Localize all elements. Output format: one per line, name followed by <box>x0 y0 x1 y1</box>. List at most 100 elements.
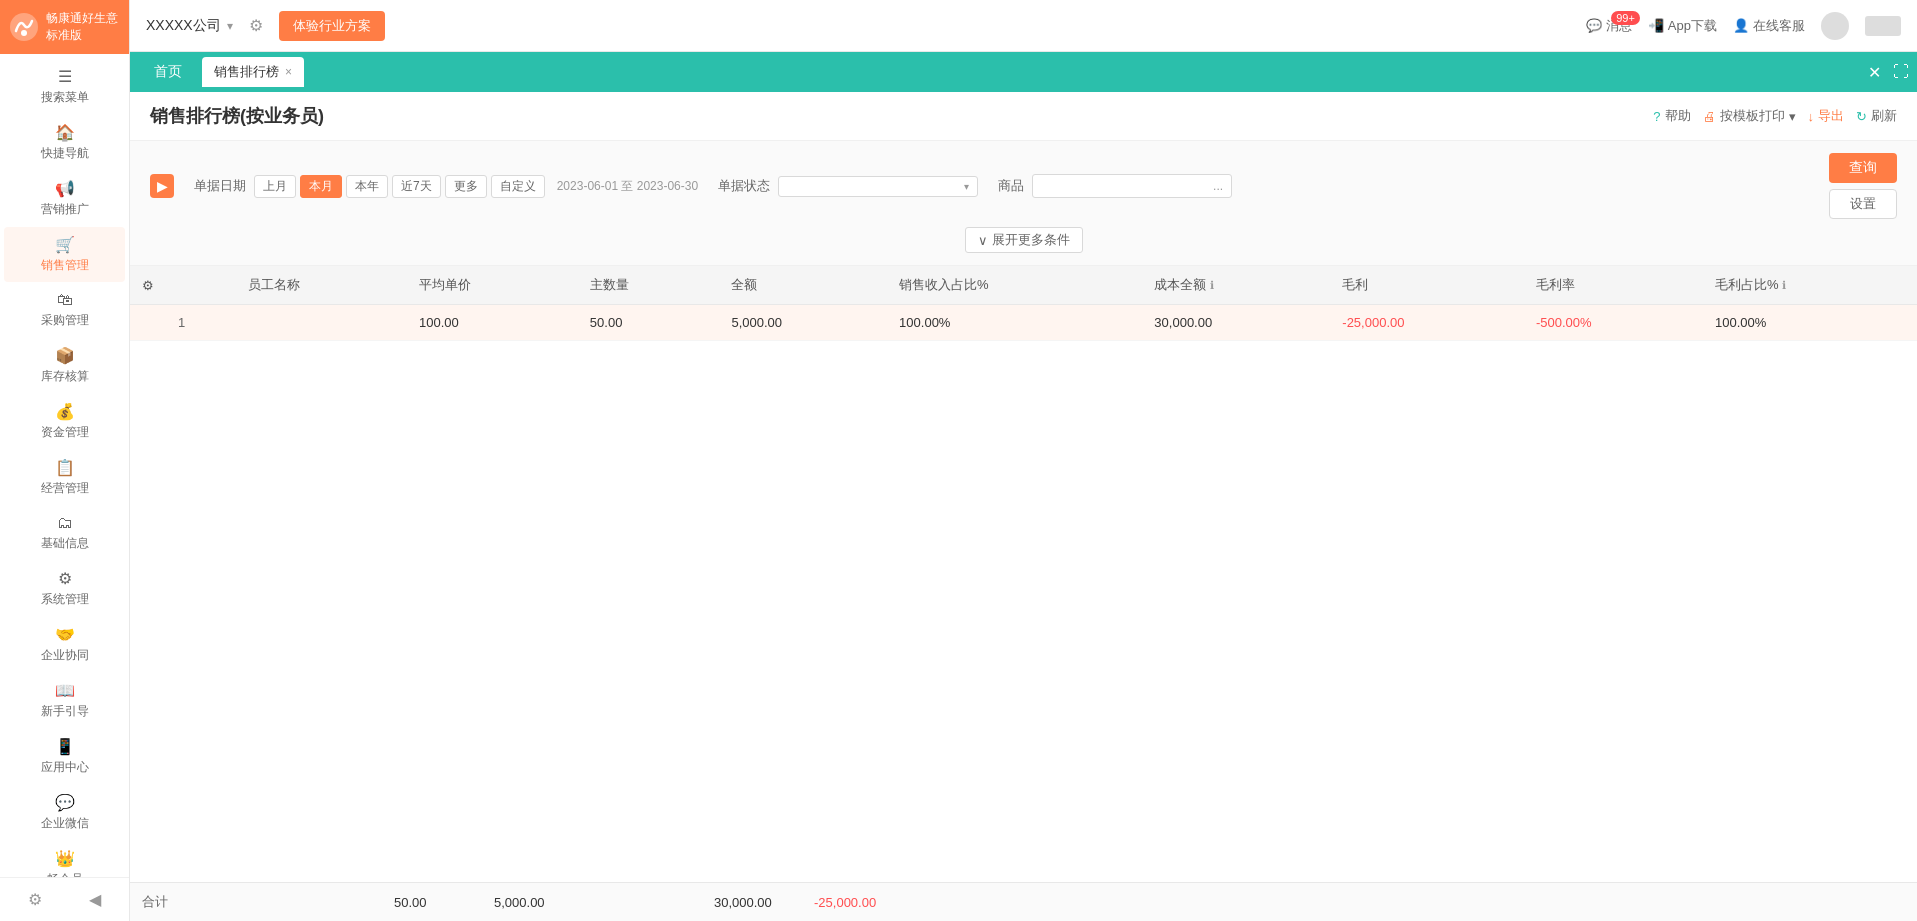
query-button[interactable]: 查询 <box>1829 153 1897 183</box>
sidebar-item-operation[interactable]: 📋 经营管理 <box>4 450 125 505</box>
sidebar: 畅康通好生意 标准版 ☰ 搜索菜单 🏠 快捷导航 📢 营销推广 🛒 销售管理 🛍… <box>0 0 130 921</box>
filter-goods-item: 商品 ... <box>998 174 1232 198</box>
sidebar-nav: ☰ 搜索菜单 🏠 快捷导航 📢 营销推广 🛒 销售管理 🛍 采购管理 📦 库存核… <box>0 54 129 877</box>
app-download-button[interactable]: 📲 App下载 <box>1648 17 1717 35</box>
th-amount: 全额 <box>719 266 887 305</box>
status-filter-label: 单据状态 <box>718 177 770 195</box>
th-cost: 成本全额 ℹ <box>1142 266 1330 305</box>
wechat-icon: 💬 <box>55 793 75 812</box>
sidebar-item-search[interactable]: ☰ 搜索菜单 <box>4 59 125 114</box>
sidebar-item-label: 基础信息 <box>41 535 89 552</box>
date-last-month-button[interactable]: 上月 <box>254 175 296 198</box>
help-button[interactable]: ? 帮助 <box>1653 107 1690 125</box>
date-7days-button[interactable]: 近7天 <box>392 175 441 198</box>
sidebar-item-label: 企业微信 <box>41 815 89 832</box>
sidebar-settings-icon[interactable]: ⚙ <box>24 886 46 913</box>
td-gross: -25,000.00 <box>1330 305 1524 341</box>
footer-main-qty: 50.00 <box>382 895 482 910</box>
tab-sales-ranking[interactable]: 销售排行榜 × <box>202 57 304 87</box>
filter-expand-row: ∨ 展开更多条件 <box>150 219 1897 253</box>
service-icon: 👤 <box>1733 18 1749 33</box>
date-buttons-group: 上月 本月 本年 近7天 更多 自定义 <box>254 175 545 198</box>
goods-more-icon[interactable]: ... <box>1213 179 1223 193</box>
filter-right-actions: 查询 设置 <box>1829 153 1897 219</box>
sidebar-item-sales[interactable]: 🛒 销售管理 <box>4 227 125 282</box>
user-avatar[interactable] <box>1821 12 1849 40</box>
sidebar-item-shortcut[interactable]: 🏠 快捷导航 <box>4 115 125 170</box>
grosspct-info-icon[interactable]: ℹ <box>1782 279 1786 291</box>
sidebar-item-guide[interactable]: 📖 新手引导 <box>4 673 125 728</box>
sidebar-item-collab[interactable]: 🤝 企业协同 <box>4 617 125 672</box>
date-this-month-button[interactable]: 本月 <box>300 175 342 198</box>
inventory-icon: 📦 <box>55 346 75 365</box>
print-button[interactable]: 🖨 按模板打印 ▾ <box>1703 107 1796 125</box>
sidebar-item-label: 经营管理 <box>41 480 89 497</box>
export-icon: ↓ <box>1808 109 1815 124</box>
expand-more-button[interactable]: ∨ 展开更多条件 <box>965 227 1083 253</box>
filter-row-main: ▶ 单据日期 上月 本月 本年 近7天 更多 自定义 2023- <box>150 153 1897 219</box>
status-select[interactable]: ▾ <box>778 176 978 197</box>
message-button[interactable]: 💬 消息 99+ <box>1586 17 1632 35</box>
settings-button[interactable]: 设置 <box>1829 189 1897 219</box>
trial-button[interactable]: 体验行业方案 <box>279 11 385 41</box>
sidebar-item-finance[interactable]: 💰 资金管理 <box>4 394 125 449</box>
app-label: App下载 <box>1668 17 1717 35</box>
logo-text: 畅康通好生意 标准版 <box>46 10 118 44</box>
user-name-placeholder <box>1865 16 1901 36</box>
page-actions: ? 帮助 🖨 按模板打印 ▾ ↓ 导出 ↻ 刷新 <box>1653 107 1897 125</box>
td-sales-pct: 100.00% <box>887 305 1142 341</box>
goods-input[interactable]: ... <box>1032 174 1232 198</box>
online-service-button[interactable]: 👤 在线客服 <box>1733 17 1805 35</box>
date-more-button[interactable]: 更多 <box>445 175 487 198</box>
page-title: 销售排行榜(按业务员) <box>150 104 324 128</box>
print-dropdown-icon: ▾ <box>1789 109 1796 124</box>
footer-cost: 30,000.00 <box>702 895 802 910</box>
sidebar-item-inventory[interactable]: 📦 库存核算 <box>4 338 125 393</box>
app-icon: 📲 <box>1648 18 1664 33</box>
filter-toggle-button[interactable]: ▶ <box>150 174 174 198</box>
th-name: 员工名称 <box>236 266 407 305</box>
maximize-icon[interactable]: ⛶ <box>1893 63 1909 81</box>
refresh-button[interactable]: ↻ 刷新 <box>1856 107 1897 125</box>
sidebar-item-system[interactable]: ⚙ 系统管理 <box>4 561 125 616</box>
footer-amount: 5,000.00 <box>482 895 582 910</box>
date-this-year-button[interactable]: 本年 <box>346 175 388 198</box>
expand-label: 展开更多条件 <box>992 231 1070 249</box>
tab-home[interactable]: 首页 <box>138 52 198 92</box>
topbar: XXXXX公司 ▾ ⚙ 体验行业方案 💬 消息 99+ 📲 App下载 👤 在线… <box>130 0 1917 52</box>
export-button[interactable]: ↓ 导出 <box>1808 107 1845 125</box>
th-rank <box>166 266 236 305</box>
sidebar-item-basic[interactable]: 🗂 基础信息 <box>4 506 125 560</box>
sidebar-item-wechat[interactable]: 💬 企业微信 <box>4 785 125 840</box>
topbar-right: 💬 消息 99+ 📲 App下载 👤 在线客服 <box>1586 12 1901 40</box>
topbar-settings-icon[interactable]: ⚙ <box>249 16 263 35</box>
system-icon: ⚙ <box>58 569 72 588</box>
marketing-icon: 📢 <box>55 179 75 198</box>
td-gross-pct: 100.00% <box>1703 305 1917 341</box>
arrow-right-icon: ▶ <box>157 178 168 194</box>
date-custom-button[interactable]: 自定义 <box>491 175 545 198</box>
purchase-icon: 🛍 <box>57 291 73 309</box>
th-gross-rate: 毛利率 <box>1524 266 1703 305</box>
company-selector[interactable]: XXXXX公司 ▾ <box>146 17 233 35</box>
tab-close-icon[interactable]: × <box>285 65 292 79</box>
basic-icon: 🗂 <box>57 514 73 532</box>
sidebar-item-label: 系统管理 <box>41 591 89 608</box>
content-area: 销售排行榜(按业务员) ? 帮助 🖨 按模板打印 ▾ ↓ 导出 <box>130 92 1917 921</box>
sidebar-item-member[interactable]: 👑 畅会员 <box>4 841 125 877</box>
sidebar-item-marketing[interactable]: 📢 营销推广 <box>4 171 125 226</box>
footer-cells: 50.00 5,000.00 30,000.00 -25,000.00 <box>222 895 1905 910</box>
sidebar-item-purchase[interactable]: 🛍 采购管理 <box>4 283 125 337</box>
data-table-wrap: ⚙ 员工名称 平均单价 主数量 全额 销售收入占比% 成本全额 ℹ 毛利 毛利率… <box>130 266 1917 882</box>
main-area: XXXXX公司 ▾ ⚙ 体验行业方案 💬 消息 99+ 📲 App下载 👤 在线… <box>130 0 1917 921</box>
goods-filter-label: 商品 <box>998 177 1024 195</box>
finance-icon: 💰 <box>55 402 75 421</box>
close-window-icon[interactable]: ✕ <box>1868 63 1881 82</box>
sidebar-collapse-icon[interactable]: ◀ <box>85 886 105 913</box>
sidebar-item-apps[interactable]: 📱 应用中心 <box>4 729 125 784</box>
filter-bar: ▶ 单据日期 上月 本月 本年 近7天 更多 自定义 2023- <box>130 141 1917 266</box>
td-gross-rate: -500.00% <box>1524 305 1703 341</box>
footer-total-label: 合计 <box>142 893 222 911</box>
filter-date-item: 单据日期 上月 本月 本年 近7天 更多 自定义 2023-06-01 至 20… <box>194 175 698 198</box>
cost-info-icon[interactable]: ℹ <box>1210 279 1214 291</box>
